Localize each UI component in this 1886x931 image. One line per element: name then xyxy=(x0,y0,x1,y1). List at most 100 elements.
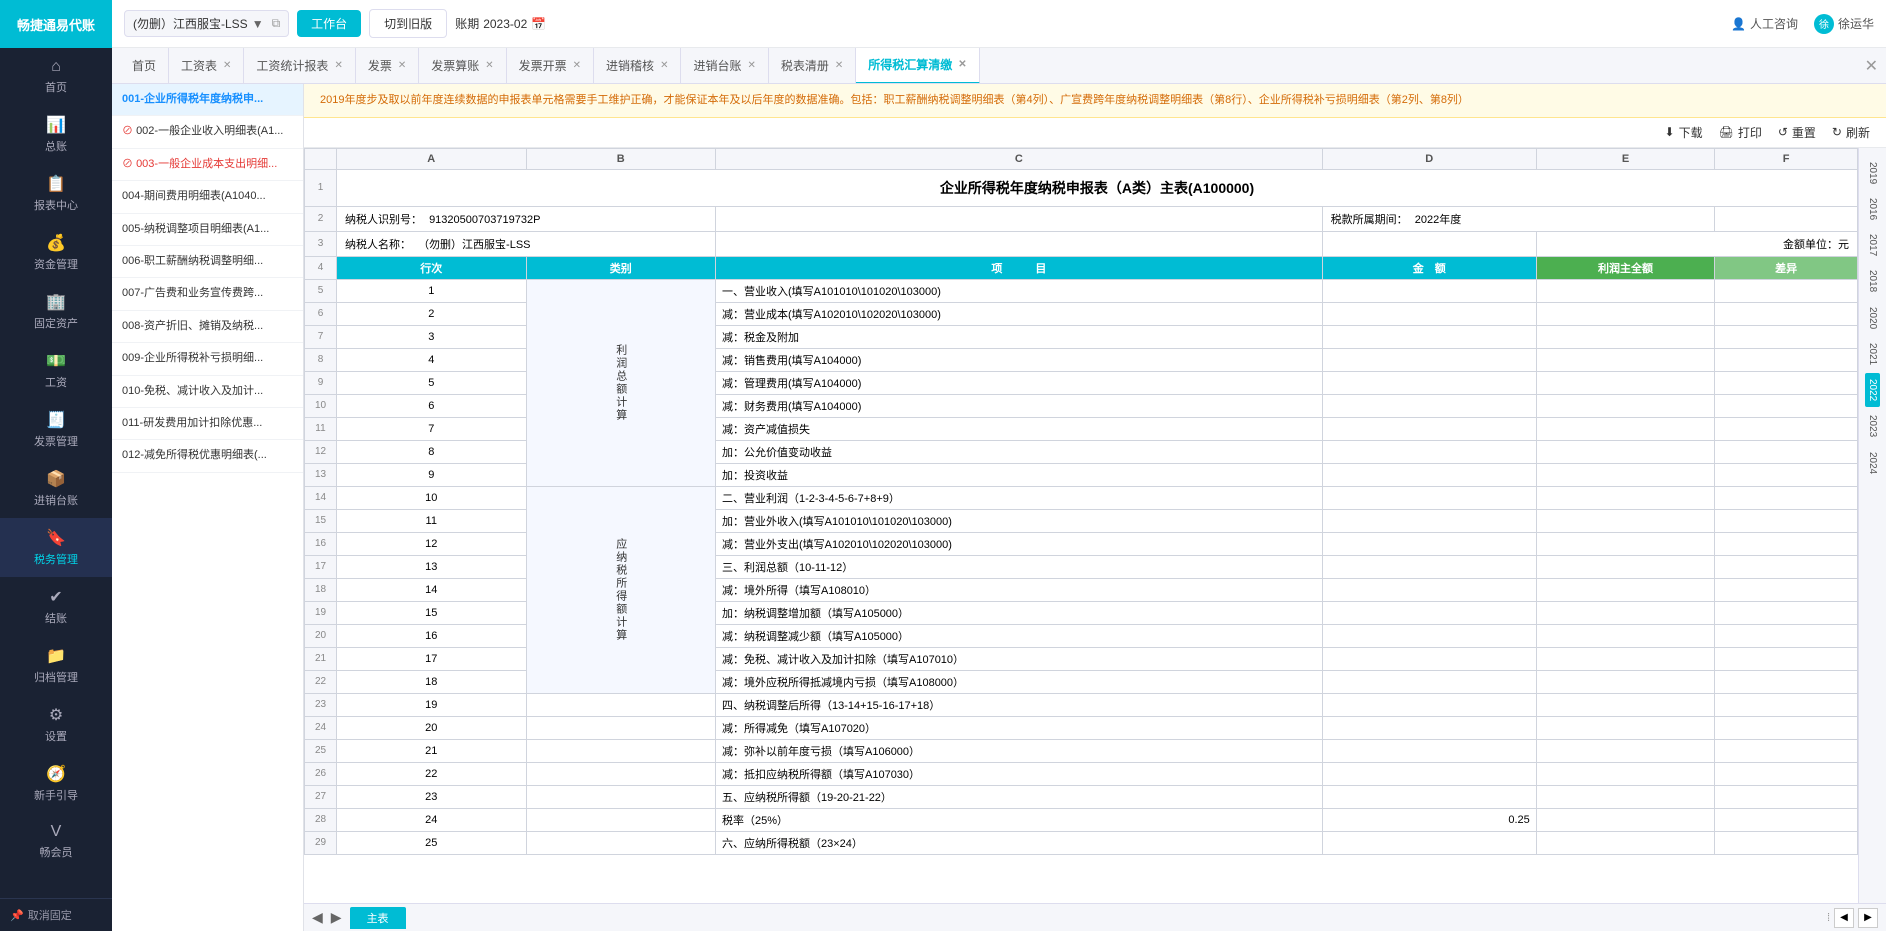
amount-cell[interactable] xyxy=(1322,532,1536,555)
amount-cell[interactable] xyxy=(1322,739,1536,762)
diff-cell[interactable] xyxy=(1715,555,1858,578)
sidebar-item-asset[interactable]: 🏢 固定资产 xyxy=(0,282,112,341)
tab-income-tax[interactable]: 所得税汇算清缴 ✕ xyxy=(856,48,979,84)
item-cell[interactable]: 加：投资收益 xyxy=(716,463,1323,486)
list-item-004[interactable]: 004-期间费用明细表(A1040... xyxy=(112,181,303,213)
profit-cell[interactable] xyxy=(1536,440,1714,463)
sidebar-item-purchase[interactable]: 📦 进销台账 xyxy=(0,459,112,518)
year-item-2021[interactable]: 2021 xyxy=(1865,337,1880,371)
list-item-002[interactable]: ⊘ 002-一般企业收入明细表(A1... xyxy=(112,116,303,148)
diff-cell[interactable] xyxy=(1715,762,1858,785)
sidebar-item-guide[interactable]: 🧭 新手引导 xyxy=(0,754,112,813)
list-item-007[interactable]: 007-广告费和业务宣传费跨... xyxy=(112,278,303,310)
year-item-2016[interactable]: 2016 xyxy=(1865,192,1880,226)
diff-cell[interactable] xyxy=(1715,670,1858,693)
refresh-button[interactable]: ↻ 刷新 xyxy=(1832,124,1870,141)
sidebar-item-invoice-mgr[interactable]: 🧾 发票管理 xyxy=(0,400,112,459)
tab-close-icon[interactable]: ✕ xyxy=(747,60,755,71)
amount-cell[interactable] xyxy=(1322,716,1536,739)
tab-tax-clear[interactable]: 税表清册 ✕ xyxy=(769,48,856,84)
list-item-001[interactable]: 001-企业所得税年度纳税申... xyxy=(112,84,303,116)
print-button[interactable]: 🖨 打印 xyxy=(1719,124,1762,141)
item-cell[interactable]: 加：公允价值变动收益 xyxy=(716,440,1323,463)
user-item[interactable]: 徐 徐运华 xyxy=(1814,14,1874,34)
sidebar-item-home[interactable]: ⌂ 首页 xyxy=(0,48,112,105)
tab-purchase-check[interactable]: 进销稽核 ✕ xyxy=(594,48,681,84)
item-cell[interactable]: 减：弥补以前年度亏损（填写A106000） xyxy=(716,739,1323,762)
profit-cell[interactable] xyxy=(1536,624,1714,647)
list-item-005[interactable]: 005-纳税调整项目明细表(A1... xyxy=(112,214,303,246)
amount-cell[interactable] xyxy=(1322,670,1536,693)
year-item-2024[interactable]: 2024 xyxy=(1865,446,1880,480)
profit-cell[interactable] xyxy=(1536,463,1714,486)
tab-invoice-calc[interactable]: 发票算账 ✕ xyxy=(419,48,506,84)
diff-cell[interactable] xyxy=(1715,624,1858,647)
diff-cell[interactable] xyxy=(1715,302,1858,325)
sheet-tab-main[interactable]: 主表 xyxy=(350,907,406,929)
amount-cell[interactable] xyxy=(1322,486,1536,509)
profit-cell[interactable] xyxy=(1536,348,1714,371)
diff-cell[interactable] xyxy=(1715,716,1858,739)
amount-cell[interactable] xyxy=(1322,785,1536,808)
sidebar-item-ledger[interactable]: 📊 总账 xyxy=(0,105,112,164)
amount-cell[interactable] xyxy=(1322,762,1536,785)
list-item-011[interactable]: 011-研发费用加计扣除优惠... xyxy=(112,408,303,440)
profit-cell[interactable] xyxy=(1536,785,1714,808)
tab-close-icon[interactable]: ✕ xyxy=(573,60,581,71)
sheet-nav-right[interactable]: ▶ xyxy=(331,909,342,926)
diff-cell[interactable] xyxy=(1715,348,1858,371)
item-cell[interactable]: 减：财务费用(填写A104000) xyxy=(716,394,1323,417)
amount-cell[interactable]: 0.25 xyxy=(1322,808,1536,831)
profit-cell[interactable] xyxy=(1536,325,1714,348)
item-cell[interactable]: 减：抵扣应纳税所得额（填写A107030） xyxy=(716,762,1323,785)
service-item[interactable]: 👤 人工咨询 xyxy=(1731,15,1798,32)
close-all-icon[interactable]: ✕ xyxy=(1865,56,1878,76)
item-cell[interactable]: 减：管理费用(填写A104000) xyxy=(716,371,1323,394)
list-item-009[interactable]: 009-企业所得税补亏损明细... xyxy=(112,343,303,375)
profit-cell[interactable] xyxy=(1536,279,1714,302)
item-cell[interactable]: 减：资产减值损失 xyxy=(716,417,1323,440)
profit-cell[interactable] xyxy=(1536,394,1714,417)
item-cell[interactable]: 减：税金及附加 xyxy=(716,325,1323,348)
diff-cell[interactable] xyxy=(1715,371,1858,394)
diff-cell[interactable] xyxy=(1715,808,1858,831)
tab-invoice[interactable]: 发票 ✕ xyxy=(356,48,419,84)
list-item-008[interactable]: 008-资产折旧、摊销及纳税... xyxy=(112,311,303,343)
profit-cell[interactable] xyxy=(1536,417,1714,440)
amount-cell[interactable] xyxy=(1322,647,1536,670)
calendar-icon[interactable]: 📅 xyxy=(531,17,546,31)
diff-cell[interactable] xyxy=(1715,532,1858,555)
diff-cell[interactable] xyxy=(1715,440,1858,463)
sheet-area[interactable]: A B C D E F 1 企业所 xyxy=(304,148,1858,904)
item-cell[interactable]: 减：境外所得（填写A108010） xyxy=(716,578,1323,601)
profit-cell[interactable] xyxy=(1536,831,1714,854)
profit-cell[interactable] xyxy=(1536,509,1714,532)
amount-cell[interactable] xyxy=(1322,831,1536,854)
profit-cell[interactable] xyxy=(1536,762,1714,785)
amount-cell[interactable] xyxy=(1322,371,1536,394)
item-cell[interactable]: 加：纳税调整增加额（填写A105000） xyxy=(716,601,1323,624)
profit-cell[interactable] xyxy=(1536,486,1714,509)
sidebar-item-report[interactable]: 📋 报表中心 xyxy=(0,164,112,223)
diff-cell[interactable] xyxy=(1715,394,1858,417)
diff-cell[interactable] xyxy=(1715,785,1858,808)
scroll-right-button[interactable]: ▶ xyxy=(1858,908,1878,928)
profit-cell[interactable] xyxy=(1536,693,1714,716)
amount-cell[interactable] xyxy=(1322,463,1536,486)
amount-cell[interactable] xyxy=(1322,693,1536,716)
item-cell[interactable]: 一、营业收入(填写A101010\101020\103000) xyxy=(716,279,1323,302)
profit-cell[interactable] xyxy=(1536,716,1714,739)
tab-home[interactable]: 首页 xyxy=(120,48,169,84)
item-cell[interactable]: 减：销售费用(填写A104000) xyxy=(716,348,1323,371)
amount-cell[interactable] xyxy=(1322,578,1536,601)
sidebar-item-settings[interactable]: ⚙ 设置 xyxy=(0,695,112,754)
item-cell[interactable]: 减：营业外支出(填写A102010\102020\103000) xyxy=(716,532,1323,555)
item-cell[interactable]: 六、应纳所得税额（23×24） xyxy=(716,831,1323,854)
tab-close-icon[interactable]: ✕ xyxy=(835,60,843,71)
amount-cell[interactable] xyxy=(1322,394,1536,417)
profit-cell[interactable] xyxy=(1536,302,1714,325)
tab-payroll-stat[interactable]: 工资统计报表 ✕ xyxy=(244,48,355,84)
item-cell[interactable]: 减：纳税调整减少额（填写A105000） xyxy=(716,624,1323,647)
diff-cell[interactable] xyxy=(1715,325,1858,348)
item-cell[interactable]: 四、纳税调整后所得（13-14+15-16-17+18） xyxy=(716,693,1323,716)
